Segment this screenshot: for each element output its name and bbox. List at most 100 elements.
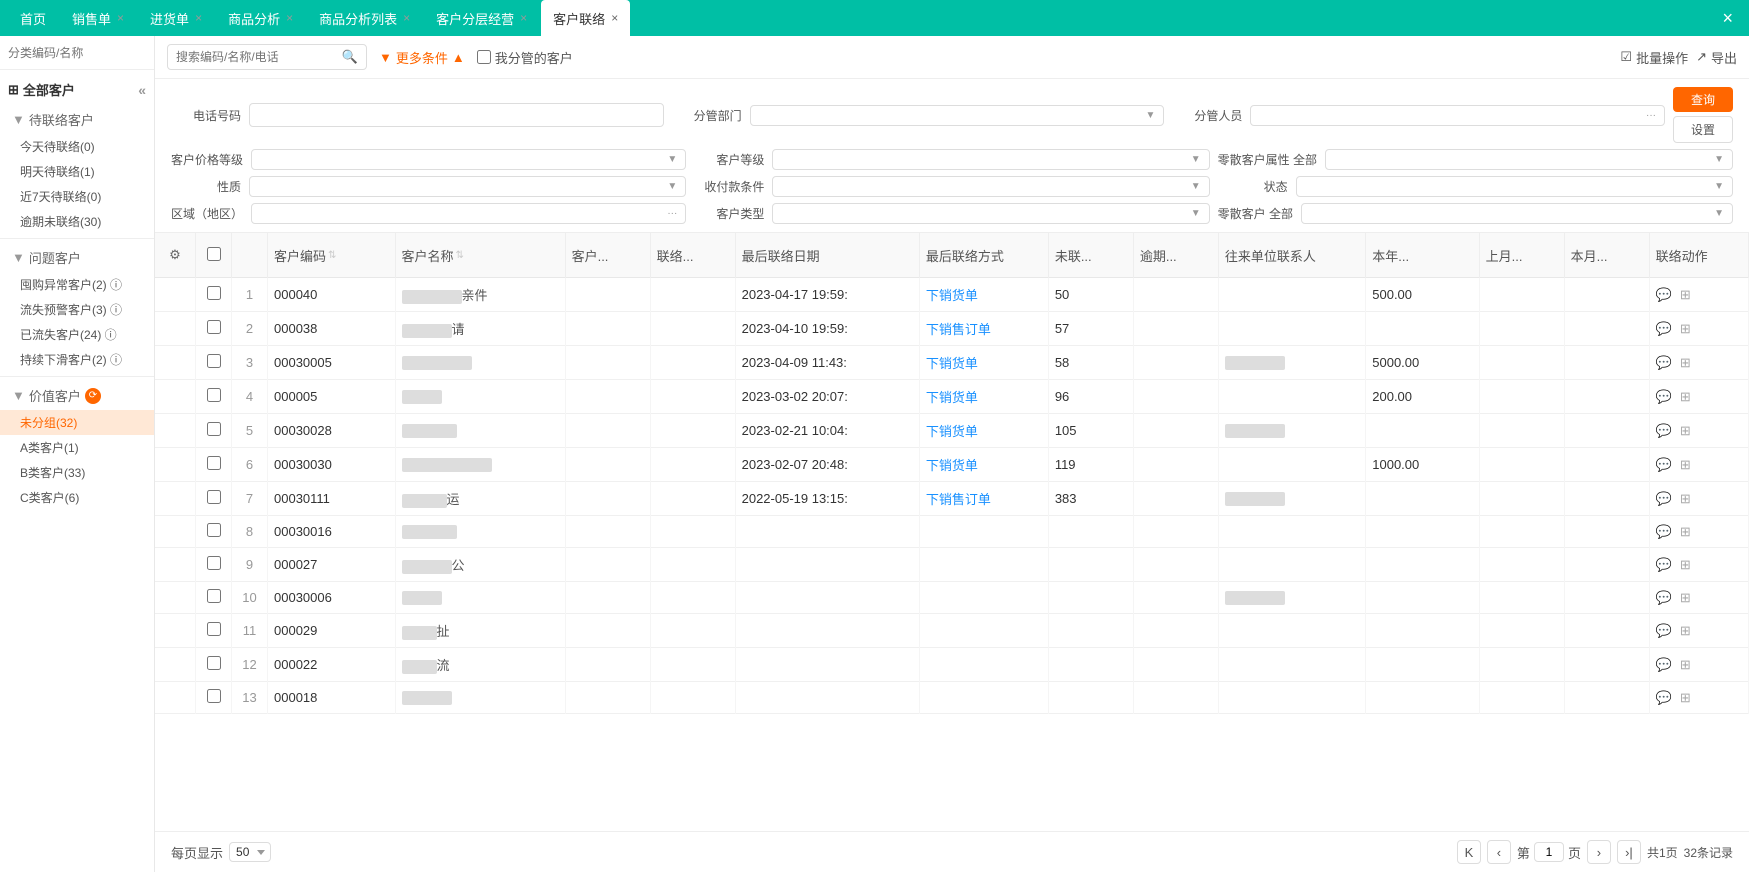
th-settings[interactable]: ⚙ bbox=[155, 233, 196, 278]
row-checkbox[interactable] bbox=[207, 490, 221, 504]
nav-home[interactable]: 首页 bbox=[8, 0, 58, 36]
last-method-link[interactable]: 下销货单 bbox=[926, 424, 978, 439]
nav-tab-sales[interactable]: 销售单 × bbox=[60, 0, 136, 36]
grid-action-icon[interactable]: ⊞ bbox=[1680, 590, 1691, 606]
th-this-month[interactable]: 本月... bbox=[1564, 233, 1649, 278]
sidebar-item-class-c[interactable]: C类客户(6) bbox=[0, 485, 154, 510]
chat-icon[interactable]: 💬 bbox=[1656, 389, 1672, 405]
filter-price-grade-dropdown[interactable]: ▼ bbox=[251, 149, 686, 170]
nav-tab-product-list[interactable]: 商品分析列表 × bbox=[307, 0, 422, 36]
chat-icon[interactable]: 💬 bbox=[1656, 590, 1672, 606]
chat-icon[interactable]: 💬 bbox=[1656, 423, 1672, 439]
filter-status-dropdown[interactable]: ▼ bbox=[1296, 176, 1733, 197]
last-method-link[interactable]: 下销售订单 bbox=[926, 322, 991, 337]
row-checkbox[interactable] bbox=[207, 556, 221, 570]
chat-icon[interactable]: 💬 bbox=[1656, 355, 1672, 371]
search-icon[interactable]: 🔍 bbox=[342, 49, 358, 65]
th-company-contact[interactable]: 往来单位联系人 bbox=[1218, 233, 1365, 278]
sidebar-item-class-b[interactable]: B类客户(33) bbox=[0, 460, 154, 485]
grid-action-icon[interactable]: ⊞ bbox=[1680, 491, 1691, 507]
row-checkbox[interactable] bbox=[207, 422, 221, 436]
th-last-date[interactable]: 最后联络日期 bbox=[735, 233, 919, 278]
filter-retail-customer-dropdown[interactable]: ▼ bbox=[1301, 203, 1733, 224]
grid-action-icon[interactable]: ⊞ bbox=[1680, 423, 1691, 439]
last-method-link[interactable]: 下销货单 bbox=[926, 356, 978, 371]
th-type[interactable]: 客户... bbox=[565, 233, 650, 278]
search-button[interactable]: 查询 bbox=[1673, 87, 1733, 112]
row-checkbox[interactable] bbox=[207, 656, 221, 670]
sidebar-item-hoarding[interactable]: 囤购异常客户(2) ⓘ bbox=[0, 272, 154, 297]
page-number-input[interactable] bbox=[1534, 842, 1564, 862]
row-checkbox[interactable] bbox=[207, 286, 221, 300]
sidebar-item-7days[interactable]: 近7天待联络(0) bbox=[0, 184, 154, 209]
nav-tab-customer-contact[interactable]: 客户联络 × bbox=[541, 0, 630, 36]
close-product-list-tab[interactable]: × bbox=[403, 11, 410, 25]
grid-action-icon[interactable]: ⊞ bbox=[1680, 457, 1691, 473]
settings-icon[interactable]: ⚙ bbox=[161, 241, 189, 269]
filter-phone-input[interactable] bbox=[249, 103, 664, 127]
filter-payment-dropdown[interactable]: ▼ bbox=[772, 176, 1209, 197]
more-conditions-btn[interactable]: ▼ 更多条件 ▲ bbox=[379, 48, 465, 67]
sidebar-item-class-a[interactable]: A类客户(1) bbox=[0, 435, 154, 460]
th-checkbox[interactable] bbox=[196, 233, 232, 278]
chat-icon[interactable]: 💬 bbox=[1656, 321, 1672, 337]
last-method-link[interactable]: 下销售订单 bbox=[926, 492, 991, 507]
row-checkbox[interactable] bbox=[207, 523, 221, 537]
sidebar-item-declining[interactable]: 持续下滑客户(2) ⓘ bbox=[0, 347, 154, 372]
close-customer-contact-tab[interactable]: × bbox=[611, 11, 618, 25]
prev-page-button[interactable]: ‹ bbox=[1487, 840, 1511, 864]
chat-icon[interactable]: 💬 bbox=[1656, 287, 1672, 303]
grid-action-icon[interactable]: ⊞ bbox=[1680, 321, 1691, 337]
last-page-button[interactable]: ›| bbox=[1617, 840, 1641, 864]
sort-name[interactable]: 客户名称 ⇅ bbox=[402, 246, 559, 265]
th-last-method[interactable]: 最后联络方式 bbox=[919, 233, 1048, 278]
filter-retail-attr-dropdown[interactable]: ▼ bbox=[1325, 149, 1733, 170]
close-customer-tier-tab[interactable]: × bbox=[520, 11, 527, 25]
row-checkbox[interactable] bbox=[207, 354, 221, 368]
grid-action-icon[interactable]: ⊞ bbox=[1680, 524, 1691, 540]
sidebar-item-churned[interactable]: 已流失客户(24) ⓘ bbox=[0, 322, 154, 347]
export-button[interactable]: ↗ 导出 bbox=[1696, 48, 1737, 67]
select-all-checkbox[interactable] bbox=[207, 247, 221, 261]
row-checkbox[interactable] bbox=[207, 622, 221, 636]
th-not-contact[interactable]: 未联... bbox=[1048, 233, 1133, 278]
last-method-link[interactable]: 下销货单 bbox=[926, 458, 978, 473]
close-product-analysis-tab[interactable]: × bbox=[286, 11, 293, 25]
th-this-year[interactable]: 本年... bbox=[1366, 233, 1479, 278]
sidebar-search-input[interactable] bbox=[8, 46, 155, 60]
grid-action-icon[interactable]: ⊞ bbox=[1680, 389, 1691, 405]
batch-ops-button[interactable]: ☑ 批量操作 bbox=[1620, 48, 1688, 67]
last-method-link[interactable]: 下销货单 bbox=[926, 288, 978, 303]
sidebar-group-problem[interactable]: ▼ 问题客户 bbox=[0, 243, 154, 272]
filter-manager-dropdown[interactable]: ··· bbox=[1250, 105, 1665, 126]
sidebar-item-unclassified[interactable]: 未分组(32) bbox=[0, 410, 154, 435]
th-last-month[interactable]: 上月... bbox=[1479, 233, 1564, 278]
filter-region-dropdown[interactable]: ··· bbox=[251, 203, 686, 224]
chat-icon[interactable]: 💬 bbox=[1656, 457, 1672, 473]
main-search-input[interactable] bbox=[176, 50, 338, 64]
grid-action-icon[interactable]: ⊞ bbox=[1680, 690, 1691, 706]
nav-tab-product-analysis[interactable]: 商品分析 × bbox=[216, 0, 305, 36]
sort-code[interactable]: 客户编码 ⇅ bbox=[274, 246, 389, 265]
grid-action-icon[interactable]: ⊞ bbox=[1680, 355, 1691, 371]
chat-icon[interactable]: 💬 bbox=[1656, 524, 1672, 540]
chat-icon[interactable]: 💬 bbox=[1656, 657, 1672, 673]
chat-icon[interactable]: 💬 bbox=[1656, 690, 1672, 706]
sidebar-all-customers[interactable]: ⊞ 全部客户 « bbox=[0, 74, 154, 105]
grid-action-icon[interactable]: ⊞ bbox=[1680, 657, 1691, 673]
row-checkbox[interactable] bbox=[207, 589, 221, 603]
grid-action-icon[interactable]: ⊞ bbox=[1680, 287, 1691, 303]
sidebar-group-pending[interactable]: ▼ 待联络客户 bbox=[0, 105, 154, 134]
close-sales-tab[interactable]: × bbox=[117, 11, 124, 25]
sidebar-group-value[interactable]: ▼ 价值客户 ⟳ bbox=[0, 381, 154, 410]
row-checkbox[interactable] bbox=[207, 689, 221, 703]
chat-icon[interactable]: 💬 bbox=[1656, 491, 1672, 507]
sidebar-item-tomorrow[interactable]: 明天待联络(1) bbox=[0, 159, 154, 184]
my-customers-checkbox[interactable] bbox=[477, 50, 491, 64]
filter-customer-grade-dropdown[interactable]: ▼ bbox=[772, 149, 1209, 170]
th-contact[interactable]: 联络... bbox=[650, 233, 735, 278]
th-overdue[interactable]: 逾期... bbox=[1133, 233, 1218, 278]
reset-button[interactable]: 设置 bbox=[1673, 116, 1733, 143]
sidebar-item-churn-warning[interactable]: 流失预警客户(3) ⓘ bbox=[0, 297, 154, 322]
grid-action-icon[interactable]: ⊞ bbox=[1680, 557, 1691, 573]
